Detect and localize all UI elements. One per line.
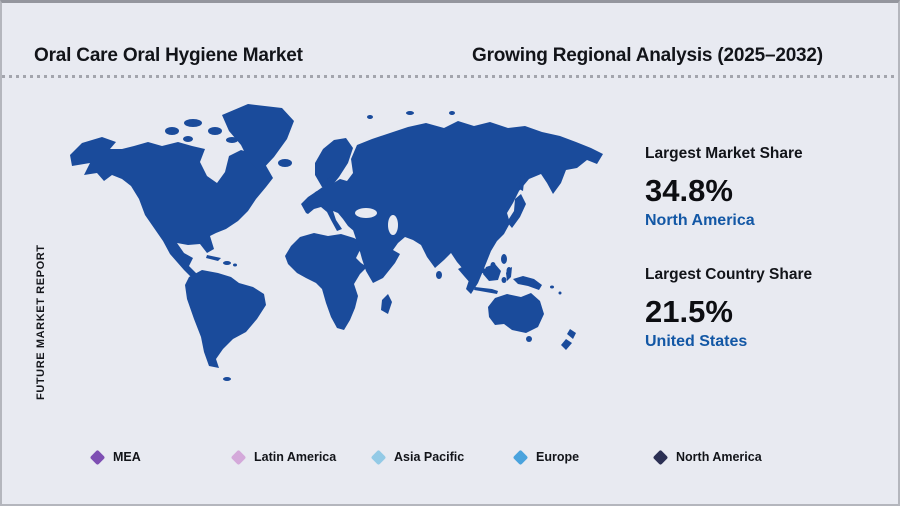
legend-item-mea: MEA <box>89 449 141 465</box>
legend-label: Asia Pacific <box>394 450 465 464</box>
latin-america-diamond-icon <box>230 449 247 465</box>
largest-market-share-value: 34.8% <box>645 173 733 208</box>
world-map <box>70 104 603 381</box>
subtitle-regional-analysis: Growing Regional Analysis (2025–2032) <box>472 45 823 66</box>
world-map-land <box>70 104 603 381</box>
legend-item-north-america: North America <box>652 449 762 465</box>
legend-label: Latin America <box>254 450 337 464</box>
infographic-canvas: Oral Care Oral Hygiene Market Growing Re… <box>0 0 900 506</box>
largest-market-share-label: Largest Market Share <box>645 145 803 162</box>
asia-pacific-diamond-icon <box>370 449 387 465</box>
page-title: Oral Care Oral Hygiene Market <box>34 45 303 66</box>
largest-country-share-value: 21.5% <box>645 294 733 329</box>
mea-diamond-icon <box>89 449 106 465</box>
legend-item-asia-pacific: Asia Pacific <box>370 449 465 465</box>
legend-label: North America <box>676 450 762 464</box>
largest-country-share-region: United States <box>645 333 748 350</box>
legend-label: Europe <box>536 450 580 464</box>
legend-item-europe: Europe <box>512 449 580 465</box>
north-america-diamond-icon <box>652 449 669 465</box>
legend-item-latin-america: Latin America <box>230 449 337 465</box>
legend-label: MEA <box>113 450 141 464</box>
largest-country-share-label: Largest Country Share <box>645 266 813 283</box>
europe-diamond-icon <box>512 449 529 465</box>
vertical-watermark: FUTURE MARKET REPORT <box>35 244 47 400</box>
dotted-divider <box>2 75 898 78</box>
largest-market-share-region: North America <box>645 212 755 229</box>
